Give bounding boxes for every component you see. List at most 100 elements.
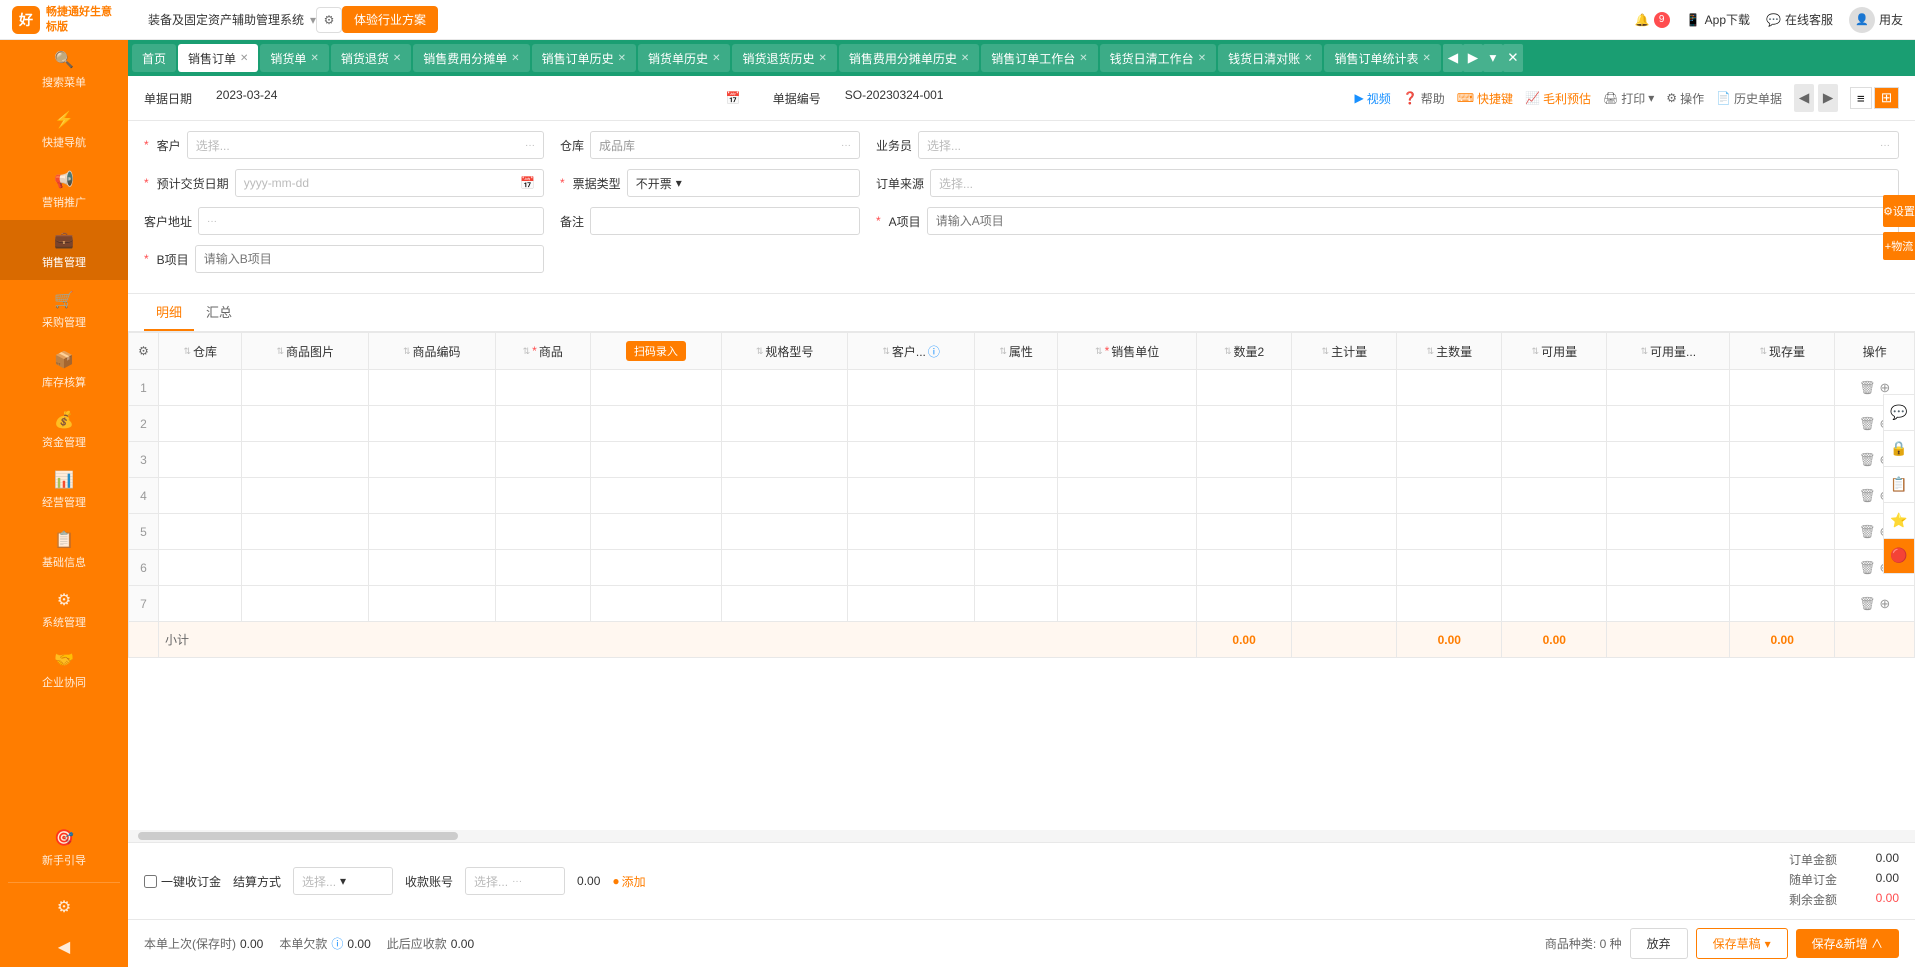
tab-summary[interactable]: 汇总 bbox=[194, 294, 244, 331]
float-clipboard-btn[interactable]: 📋 bbox=[1883, 466, 1915, 502]
view-list-btn[interactable]: ≡ bbox=[1850, 87, 1872, 109]
tab-sales-order-history[interactable]: 销售订单历史 ✕ bbox=[532, 44, 636, 72]
delete-row-btn[interactable]: 🗑 bbox=[1859, 452, 1876, 468]
tab-sales-return[interactable]: 销货退货 ✕ bbox=[331, 44, 411, 72]
industry-button[interactable]: 体验行业方案 bbox=[342, 6, 438, 33]
scan-input-btn[interactable]: 扫码录入 bbox=[626, 341, 686, 361]
help-btn[interactable]: ❓ 帮助 bbox=[1403, 90, 1445, 107]
tab-sales-slip[interactable]: 销货单 ✕ bbox=[260, 44, 328, 72]
col-stock[interactable]: ⇅ 现存量 bbox=[1730, 333, 1835, 370]
tab-next-btn[interactable]: ▶ bbox=[1463, 44, 1483, 72]
delivery-date-input[interactable]: yyyy-mm-dd 📅 bbox=[235, 169, 544, 197]
tab-close-icon[interactable]: ✕ bbox=[310, 53, 318, 64]
address-input[interactable]: ··· bbox=[198, 207, 544, 235]
col-main-qty[interactable]: ⇅ 主数量 bbox=[1397, 333, 1502, 370]
sidebar-item-collaboration[interactable]: 🤝 企业协同 bbox=[0, 640, 128, 700]
tab-close-icon[interactable]: ✕ bbox=[393, 53, 401, 64]
right-settings-btn[interactable]: ⚙设置 bbox=[1883, 195, 1915, 227]
sidebar-item-operations[interactable]: 📊 经营管理 bbox=[0, 460, 128, 520]
copy-row-btn[interactable]: ⊕ bbox=[1879, 596, 1890, 612]
sidebar-item-marketing[interactable]: 📢 营销推广 bbox=[0, 160, 128, 220]
order-source-input[interactable]: 选择... bbox=[930, 169, 1899, 197]
warehouse-input[interactable]: 成品库 ··· bbox=[590, 131, 860, 159]
profit-btn[interactable]: 📈 毛利预估 bbox=[1525, 90, 1591, 107]
sidebar-settings[interactable]: ⚙ bbox=[0, 887, 128, 927]
col-image[interactable]: ⇅ 商品图片 bbox=[242, 333, 369, 370]
user-menu[interactable]: 👤 用友 bbox=[1849, 7, 1903, 33]
tab-sales-order[interactable]: 销售订单 ✕ bbox=[178, 44, 258, 72]
save-new-button[interactable]: 保存&新增 ∧ bbox=[1796, 929, 1899, 958]
print-btn[interactable]: 🖨 打印 ▾ bbox=[1603, 90, 1654, 107]
online-support[interactable]: 💬 在线客服 bbox=[1766, 11, 1833, 28]
tab-close-icon[interactable]: ✕ bbox=[1079, 53, 1087, 64]
col-available[interactable]: ⇅ 可用量 bbox=[1502, 333, 1607, 370]
shortcut-btn[interactable]: ⌨ 快捷键 bbox=[1457, 90, 1513, 107]
tab-close-icon[interactable]: ✕ bbox=[712, 53, 720, 64]
tab-order-workbench[interactable]: 销售订单工作台 ✕ bbox=[981, 44, 1097, 72]
view-btn[interactable]: ▶ 视频 bbox=[1354, 90, 1390, 107]
save-draft-button[interactable]: 保存草稿 ▾ bbox=[1696, 928, 1788, 959]
col-unit[interactable]: ⇅ *销售单位 bbox=[1058, 333, 1196, 370]
history-btn[interactable]: 📄 历史单据 bbox=[1716, 90, 1782, 107]
sidebar-item-quicknav[interactable]: ⚡ 快捷导航 bbox=[0, 100, 128, 160]
add-item-btn[interactable]: ● 添加 bbox=[612, 873, 645, 890]
tab-menu-btn[interactable]: ▾ bbox=[1483, 44, 1503, 72]
settings-icon[interactable]: ⚙ bbox=[316, 7, 342, 33]
record-prev-btn[interactable]: ◀ bbox=[1794, 84, 1814, 112]
a-project-input[interactable] bbox=[927, 207, 1899, 235]
col-customer-code[interactable]: ⇅ 客户... ⓘ bbox=[848, 333, 975, 370]
sidebar-item-basic-info[interactable]: 📋 基础信息 bbox=[0, 520, 128, 580]
tab-close-icon[interactable]: ✕ bbox=[511, 53, 519, 64]
account-select[interactable]: 选择... ··· bbox=[465, 867, 565, 895]
tab-fee-history[interactable]: 销售费用分摊单历史 ✕ bbox=[839, 44, 979, 72]
col-qty2[interactable]: ⇅ 数量2 bbox=[1196, 333, 1291, 370]
col-warehouse[interactable]: ⇅ 仓库 bbox=[159, 333, 242, 370]
sidebar-item-finance[interactable]: 💰 资金管理 bbox=[0, 400, 128, 460]
one-click-input[interactable] bbox=[144, 875, 157, 888]
sidebar-collapse[interactable]: ◀ bbox=[0, 927, 128, 967]
float-lock-btn[interactable]: 🔒 bbox=[1883, 430, 1915, 466]
tab-daily-reconcile[interactable]: 钱货日清对账 ✕ bbox=[1218, 44, 1322, 72]
tab-return-history[interactable]: 销货退货历史 ✕ bbox=[732, 44, 836, 72]
tab-close-icon[interactable]: ✕ bbox=[818, 53, 826, 64]
float-alert-btn[interactable]: 🔴 bbox=[1883, 538, 1915, 574]
app-download[interactable]: 📱 App下载 bbox=[1686, 11, 1750, 28]
calendar-icon[interactable]: 📅 bbox=[726, 91, 741, 105]
delete-row-btn[interactable]: 🗑 bbox=[1859, 380, 1876, 396]
delete-row-btn[interactable]: 🗑 bbox=[1859, 560, 1876, 576]
float-chat-btn[interactable]: 💬 bbox=[1883, 394, 1915, 430]
col-code[interactable]: ⇅ 商品编码 bbox=[369, 333, 496, 370]
tab-prev-btn[interactable]: ◀ bbox=[1443, 44, 1463, 72]
tab-home[interactable]: 首页 bbox=[132, 44, 176, 72]
tab-close-icon[interactable]: ✕ bbox=[1423, 53, 1431, 64]
delete-row-btn[interactable]: 🗑 bbox=[1859, 524, 1876, 540]
view-card-btn[interactable]: ⊞ bbox=[1874, 87, 1899, 109]
sidebar-item-purchase[interactable]: 🛒 采购管理 bbox=[0, 280, 128, 340]
tab-detail[interactable]: 明细 bbox=[144, 294, 194, 331]
b-project-input[interactable] bbox=[195, 245, 544, 273]
delete-row-btn[interactable]: 🗑 bbox=[1859, 416, 1876, 432]
sidebar-item-inventory[interactable]: 📦 库存核算 bbox=[0, 340, 128, 400]
tab-close-icon[interactable]: ✕ bbox=[240, 53, 248, 64]
ticket-type-select[interactable]: 不开票 ▾ bbox=[627, 169, 860, 197]
payment-method-select[interactable]: 选择... ▾ bbox=[293, 867, 393, 895]
sidebar-item-guide[interactable]: 🎯 新手引导 bbox=[0, 818, 128, 878]
col-attr[interactable]: ⇅ 属性 bbox=[974, 333, 1057, 370]
float-star-btn[interactable]: ⭐ bbox=[1883, 502, 1915, 538]
tab-close-icon[interactable]: ✕ bbox=[1198, 53, 1206, 64]
tab-close-icon[interactable]: ✕ bbox=[961, 53, 969, 64]
col-goods[interactable]: ⇅ *商品 bbox=[495, 333, 590, 370]
sidebar-item-search[interactable]: 🔍 搜索菜单 bbox=[0, 40, 128, 100]
tab-sales-stats[interactable]: 销售订单统计表 ✕ bbox=[1324, 44, 1440, 72]
tab-sales-slip-history[interactable]: 销货单历史 ✕ bbox=[638, 44, 730, 72]
tab-sales-fee[interactable]: 销售费用分摊单 ✕ bbox=[413, 44, 529, 72]
tab-close-icon[interactable]: ✕ bbox=[1304, 53, 1312, 64]
delete-row-btn[interactable]: 🗑 bbox=[1859, 488, 1876, 504]
right-logistics-btn[interactable]: +物流 bbox=[1883, 232, 1915, 260]
record-next-btn[interactable]: ▶ bbox=[1818, 84, 1838, 112]
notification-item[interactable]: 🔔 9 bbox=[1635, 12, 1670, 28]
staff-input[interactable]: 选择... ··· bbox=[918, 131, 1899, 159]
sidebar-item-system[interactable]: ⚙ 系统管理 bbox=[0, 580, 128, 640]
sidebar-item-sales[interactable]: 💼 销售管理 bbox=[0, 220, 128, 280]
col-spec[interactable]: ⇅ 规格型号 bbox=[721, 333, 848, 370]
